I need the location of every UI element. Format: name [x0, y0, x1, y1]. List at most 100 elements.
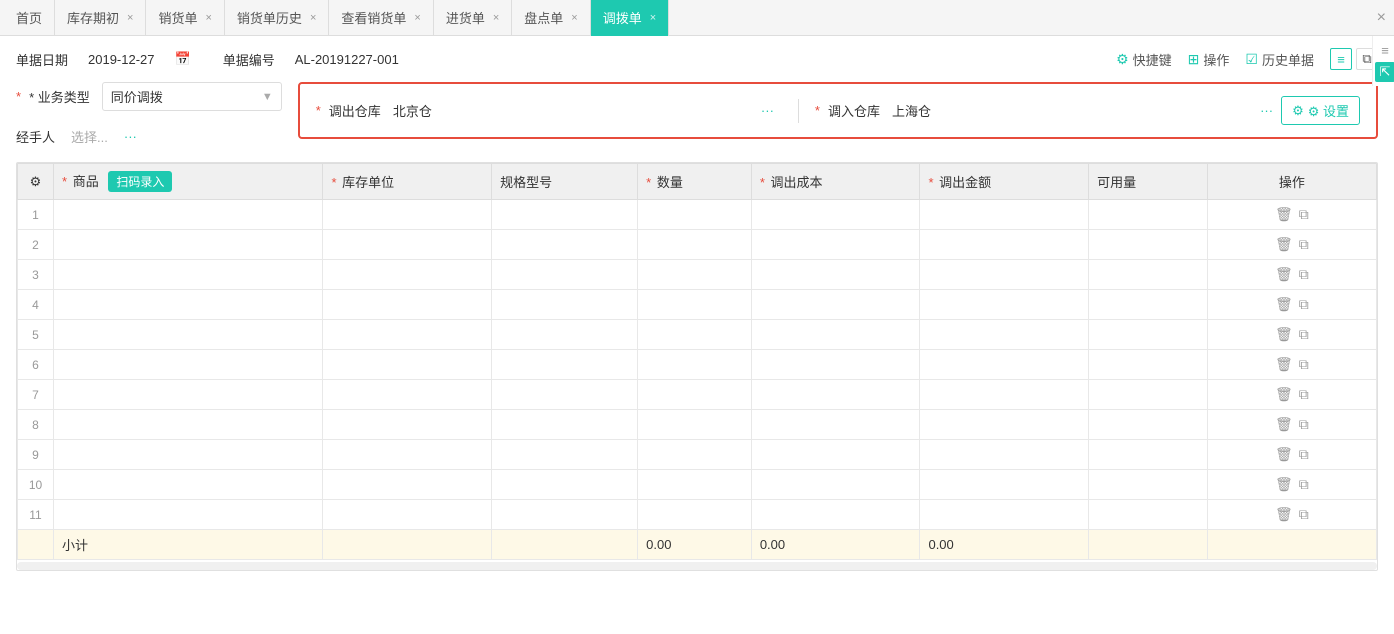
copy-icon-10[interactable]: ⧉: [1299, 476, 1309, 492]
history-icon: ☑: [1245, 51, 1258, 68]
subtotal-cost: 0.00: [751, 530, 920, 560]
tab-sales[interactable]: 销货单 ×: [146, 0, 224, 36]
table-container: ⚙ 商品 扫码录入 库存单位 规格型号 数量: [16, 162, 1378, 571]
delete-icon-2[interactable]: 🗑: [1275, 236, 1293, 252]
shortcut-action[interactable]: ⚙ 快捷键: [1116, 50, 1172, 69]
history-action[interactable]: ☑ 历史单据: [1245, 50, 1314, 69]
op-col-header: 操作: [1207, 164, 1376, 200]
out-wh-more[interactable]: ···: [753, 103, 782, 118]
copy-icon-2[interactable]: ⧉: [1299, 236, 1309, 252]
table-gear-icon[interactable]: ⚙: [30, 174, 42, 189]
spec-col-header: 规格型号: [492, 164, 638, 200]
tab-close-7[interactable]: ×: [650, 12, 656, 24]
shortcut-label: 快捷键: [1133, 50, 1172, 69]
main-table: ⚙ 商品 扫码录入 库存单位 规格型号 数量: [17, 163, 1377, 560]
available-col-header: 可用量: [1089, 164, 1208, 200]
copy-icon-1[interactable]: ⧉: [1299, 206, 1309, 222]
sidebar-list-icon[interactable]: ≡: [1375, 40, 1394, 60]
in-wh-more[interactable]: ···: [1252, 103, 1281, 118]
person-placeholder[interactable]: 选择...: [71, 127, 108, 146]
settings-gear-button[interactable]: ⚙ ⚙ 设置: [1281, 96, 1360, 125]
biz-type-star: *: [16, 89, 21, 104]
copy-icon-4[interactable]: ⧉: [1299, 296, 1309, 312]
copy-icon-9[interactable]: ⧉: [1299, 446, 1309, 462]
table-row: 1🗑⧉: [18, 200, 1377, 230]
table-row: 5🗑⧉: [18, 320, 1377, 350]
grid-icon: ⊞: [1188, 51, 1200, 68]
tab-transfer[interactable]: 调拨单 ×: [591, 0, 669, 36]
table-row: 10🗑⧉: [18, 470, 1377, 500]
layout-icons: ≡ ⧉: [1330, 48, 1378, 70]
qty-col-header: 数量: [638, 164, 752, 200]
window-close-button[interactable]: ×: [1377, 9, 1386, 27]
delete-icon-9[interactable]: 🗑: [1275, 446, 1293, 462]
main-content: 单据日期 2019-12-27 📅 单据编号 AL-20191227-001 ⚙…: [0, 36, 1394, 571]
tab-close-2[interactable]: ×: [205, 12, 211, 24]
table-row: 3🗑⧉: [18, 260, 1377, 290]
warehouse-section: * 调出仓库 北京仓 ··· * 调入仓库 上海仓 ··· ⚙ ⚙ 设置: [298, 82, 1378, 139]
tab-sales-history[interactable]: 销货单历史 ×: [225, 0, 329, 36]
tab-inventory[interactable]: 盘点单 ×: [512, 0, 590, 36]
tab-inventory-init[interactable]: 库存期初 ×: [55, 0, 146, 36]
table-row: 6🗑⧉: [18, 350, 1377, 380]
tab-purchase[interactable]: 进货单 ×: [434, 0, 512, 36]
person-row: 经手人 选择... ···: [16, 127, 282, 146]
out-wh-star: *: [316, 103, 321, 118]
doc-num-label: 单据编号: [223, 50, 275, 69]
biz-type-label: * 业务类型: [29, 87, 90, 106]
gear-col-header[interactable]: ⚙: [18, 164, 54, 200]
date-value: 2019-12-27: [88, 52, 155, 67]
delete-icon-8[interactable]: 🗑: [1275, 416, 1293, 432]
subtotal-label: 小计: [54, 530, 323, 560]
delete-icon-11[interactable]: 🗑: [1275, 506, 1293, 522]
delete-icon-6[interactable]: 🗑: [1275, 356, 1293, 372]
delete-icon-4[interactable]: 🗑: [1275, 296, 1293, 312]
delete-icon-1[interactable]: 🗑: [1275, 206, 1293, 222]
setting-label: ⚙ 设置: [1308, 101, 1349, 120]
copy-icon-11[interactable]: ⧉: [1299, 506, 1309, 522]
sidebar-expand-icon[interactable]: ⇱: [1375, 62, 1394, 82]
copy-icon-8[interactable]: ⧉: [1299, 416, 1309, 432]
operation-action[interactable]: ⊞ 操作: [1188, 50, 1230, 69]
doc-num-value: AL-20191227-001: [295, 52, 399, 67]
subtotal-qty: 0.00: [638, 530, 752, 560]
copy-icon-6[interactable]: ⧉: [1299, 356, 1309, 372]
scan-button[interactable]: 扫码录入: [108, 171, 172, 192]
subtotal-row: 小计 0.00 0.00 0.00: [18, 530, 1377, 560]
dropdown-arrow-icon: ▼: [262, 91, 273, 103]
tab-close-1[interactable]: ×: [127, 12, 133, 24]
copy-icon-5[interactable]: ⧉: [1299, 326, 1309, 342]
tab-close-6[interactable]: ×: [571, 12, 577, 24]
tab-close-4[interactable]: ×: [414, 12, 420, 24]
layout-list-icon[interactable]: ≡: [1330, 48, 1352, 70]
table-row: 11🗑⧉: [18, 500, 1377, 530]
biz-type-select[interactable]: 同价调拨 ▼: [102, 82, 282, 111]
scroll-area[interactable]: ⚙ 商品 扫码录入 库存单位 规格型号 数量: [17, 163, 1377, 560]
copy-icon-7[interactable]: ⧉: [1299, 386, 1309, 402]
gear-icon: ⚙: [1292, 103, 1304, 119]
right-sidebar: ≡ ⇱: [1372, 36, 1394, 86]
delete-icon-5[interactable]: 🗑: [1275, 326, 1293, 342]
warehouse-divider: [798, 99, 799, 123]
person-label: 经手人: [16, 127, 55, 146]
tab-bar: 首页 库存期初 × 销货单 × 销货单历史 × 查看销货单 × 进货单 × 盘点…: [0, 0, 1394, 36]
tab-home[interactable]: 首页: [4, 0, 55, 36]
amount-col-header: 调出金额: [920, 164, 1089, 200]
copy-icon-3[interactable]: ⧉: [1299, 266, 1309, 282]
out-wh-value: 北京仓: [393, 101, 432, 120]
tab-close-5[interactable]: ×: [493, 12, 499, 24]
date-label: 单据日期: [16, 50, 68, 69]
horizontal-scrollbar[interactable]: [17, 562, 1377, 570]
table-row: 8🗑⧉: [18, 410, 1377, 440]
in-wh-value: 上海仓: [892, 101, 931, 120]
delete-icon-10[interactable]: 🗑: [1275, 476, 1293, 492]
delete-icon-7[interactable]: 🗑: [1275, 386, 1293, 402]
person-more-icon[interactable]: ···: [124, 129, 137, 144]
tab-close-3[interactable]: ×: [310, 12, 316, 24]
tab-view-sales[interactable]: 查看销货单 ×: [329, 0, 433, 36]
delete-icon-3[interactable]: 🗑: [1275, 266, 1293, 282]
warehouse-in-group: * 调入仓库 上海仓 ···: [815, 101, 1281, 120]
calendar-icon[interactable]: 📅: [175, 51, 191, 67]
op-label: 操作: [1203, 50, 1229, 69]
subtotal-amount: 0.00: [920, 530, 1089, 560]
